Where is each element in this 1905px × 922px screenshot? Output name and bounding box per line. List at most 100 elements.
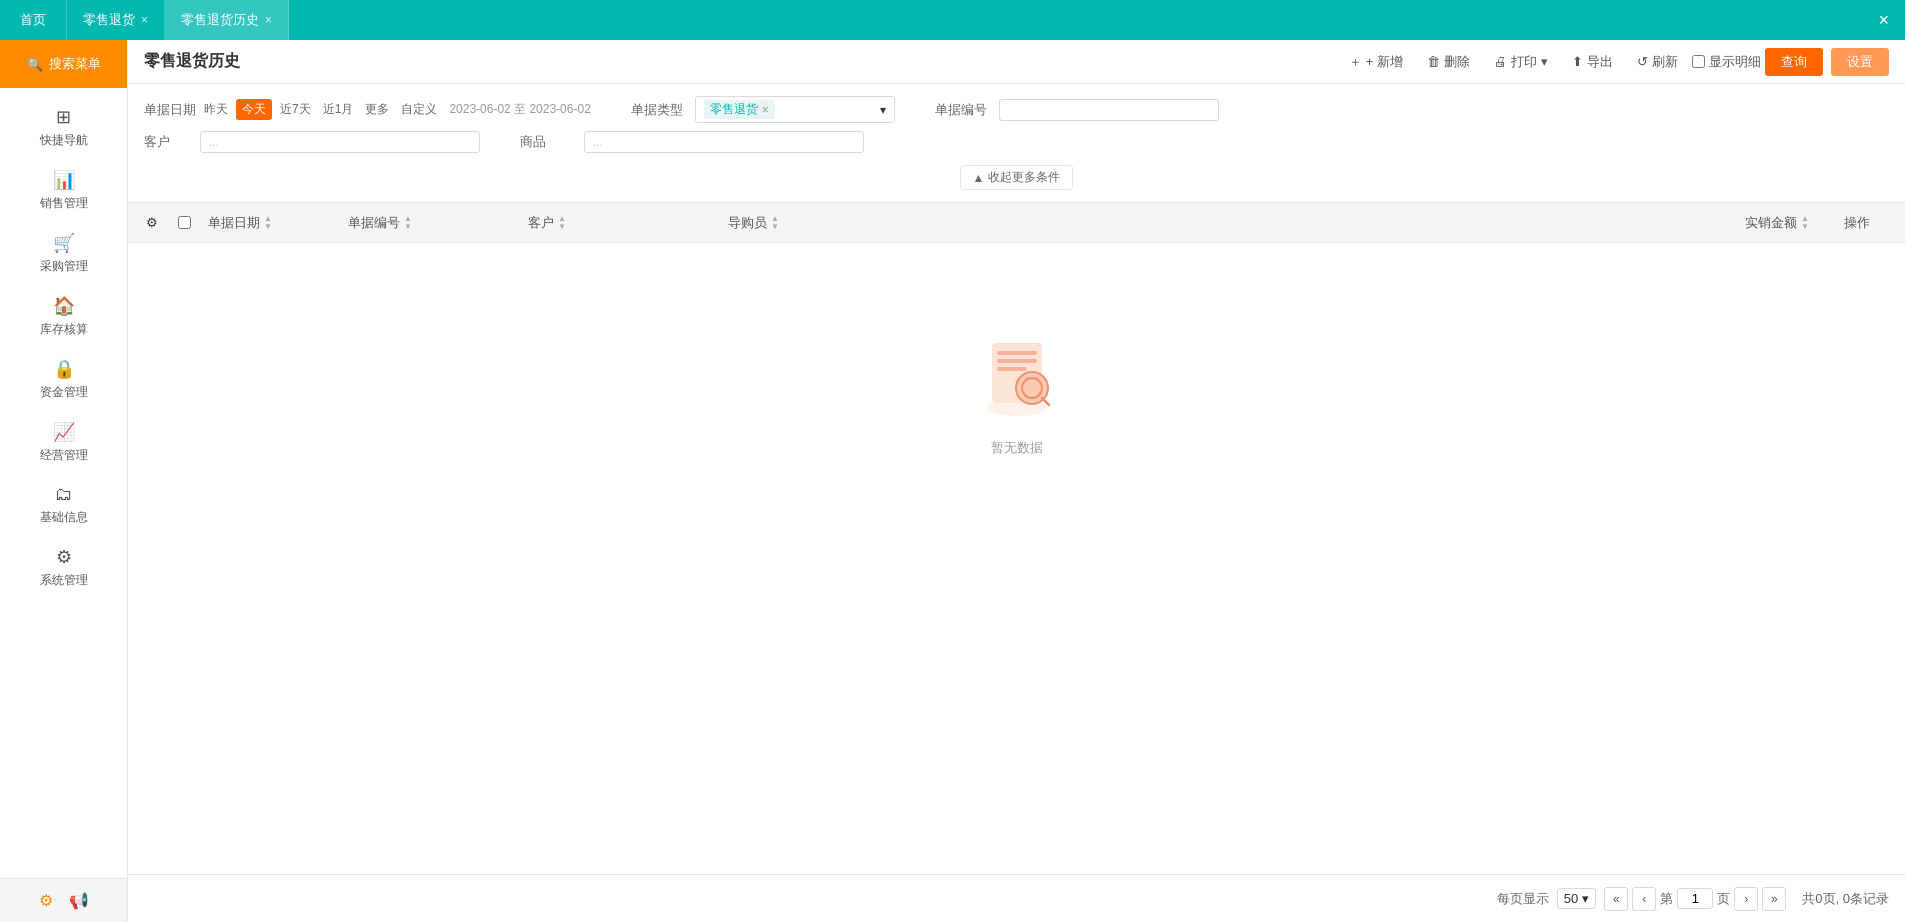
date-sort-arrows[interactable]: ▲▼ <box>264 215 272 231</box>
settings-gear-icon[interactable]: ⚙ <box>39 891 53 910</box>
bill-type-tag: 零售退货 × <box>704 100 775 119</box>
window-close-button[interactable]: × <box>1878 10 1889 31</box>
total-info: 共0页, 0条记录 <box>1802 890 1889 908</box>
set-button[interactable]: 设置 <box>1831 48 1889 76</box>
date-opt-yesterday[interactable]: 昨天 <box>200 99 232 120</box>
add-label: + 新增 <box>1366 53 1403 71</box>
date-opt-today[interactable]: 今天 <box>236 99 272 120</box>
top-bar-right: × <box>1878 10 1905 31</box>
empty-text: 暂无数据 <box>991 439 1043 457</box>
date-opt-custom[interactable]: 自定义 <box>397 99 441 120</box>
bill-type-tag-label: 零售退货 <box>710 101 758 118</box>
collapse-up-icon: ▲ <box>973 171 985 185</box>
table-setting-icon: ⚙ <box>146 215 158 230</box>
bill-no-sort-arrows[interactable]: ▲▼ <box>404 215 412 231</box>
bill-no-input[interactable] <box>999 99 1219 121</box>
bill-type-select[interactable]: 零售退货 × ▾ <box>695 96 895 123</box>
refresh-button[interactable]: ↺ 刷新 <box>1627 49 1688 75</box>
th-ops: 操作 <box>1817 214 1897 232</box>
page-size-dropdown-icon: ▾ <box>1582 891 1589 906</box>
last-page-button[interactable]: » <box>1762 887 1786 911</box>
sidebar-item-label: 销售管理 <box>40 195 88 212</box>
date-opt-week[interactable]: 近7天 <box>276 99 315 120</box>
tab-home[interactable]: 首页 <box>0 0 67 40</box>
sidebar-search[interactable]: 🔍 搜索菜单 <box>0 40 127 88</box>
filter-area: 单据日期 昨天 今天 近7天 近1月 更多 自定义 2023-06-02 至 2… <box>128 84 1905 203</box>
right-actions: ＋ + 新增 🗑 删除 🖨 打印 ▾ ⬆ 导出 ↺ <box>1339 48 1889 76</box>
select-all-checkbox[interactable] <box>178 216 191 229</box>
date-range-display: 2023-06-02 至 2023-06-02 <box>449 101 590 118</box>
system-icon: ⚙ <box>56 546 72 568</box>
purchase-icon: 🛒 <box>53 232 75 254</box>
th-customer[interactable]: 客户 ▲▼ <box>520 214 720 232</box>
export-label: 导出 <box>1587 53 1613 71</box>
prev-page-button[interactable]: ‹ <box>1632 887 1656 911</box>
sales-icon: 📊 <box>53 169 75 191</box>
tab-return[interactable]: 零售退货 × <box>67 0 165 40</box>
sidebar-item-purchase[interactable]: 🛒 采购管理 <box>0 222 127 285</box>
th-date[interactable]: 单据日期 ▲▼ <box>200 214 340 232</box>
date-opt-month[interactable]: 近1月 <box>319 99 358 120</box>
sidebar-item-label: 资金管理 <box>40 384 88 401</box>
first-page-button[interactable]: « <box>1604 887 1628 911</box>
sidebar-item-sales[interactable]: 📊 销售管理 <box>0 159 127 222</box>
export-icon: ⬆ <box>1572 54 1583 69</box>
th-setting[interactable]: ⚙ <box>136 215 168 230</box>
customer-sort-arrows[interactable]: ▲▼ <box>558 215 566 231</box>
collapse-label: 收起更多条件 <box>988 169 1060 186</box>
return-tab-close[interactable]: × <box>141 13 148 27</box>
show-detail-checkbox[interactable] <box>1692 55 1705 68</box>
print-button[interactable]: 🖨 打印 ▾ <box>1484 49 1558 75</box>
volume-icon[interactable]: 📢 <box>69 891 89 910</box>
page-number-input[interactable] <box>1677 888 1713 909</box>
guide-sort-arrows[interactable]: ▲▼ <box>771 215 779 231</box>
goods-input[interactable]: ... <box>584 131 864 153</box>
sidebar-item-operation[interactable]: 📈 经营管理 <box>0 411 127 474</box>
svg-line-7 <box>1042 398 1049 405</box>
bill-type-tag-remove[interactable]: × <box>762 103 769 117</box>
page-size-select[interactable]: 50 ▾ <box>1557 888 1596 909</box>
search-icon: 🔍 <box>27 57 43 72</box>
customer-label: 客户 <box>144 133 200 151</box>
sidebar-item-finance[interactable]: 🔒 资金管理 <box>0 348 127 411</box>
th-bill-no[interactable]: 单据编号 ▲▼ <box>340 214 520 232</box>
operation-icon: 📈 <box>53 421 75 443</box>
bill-no-label: 单据编号 <box>935 101 991 119</box>
bill-type-dropdown-icon: ▾ <box>880 103 886 117</box>
sidebar-item-inventory[interactable]: 🏠 库存核算 <box>0 285 127 348</box>
sidebar: 🔍 搜索菜单 ⊞ 快捷导航 📊 销售管理 🛒 采购管理 🏠 库存核算 🔒 <box>0 40 128 922</box>
page-unit-label: 页 <box>1717 890 1730 908</box>
page-size-value: 50 <box>1564 891 1578 906</box>
content-area: 零售退货历史 ＋ + 新增 🗑 删除 🖨 打印 ▾ ⬆ 导出 <box>128 40 1905 922</box>
empty-state: 暂无数据 <box>128 243 1905 537</box>
goods-placeholder: ... <box>593 135 603 149</box>
sidebar-search-label: 搜索菜单 <box>49 55 101 73</box>
customer-input[interactable]: ... <box>200 131 480 153</box>
show-detail-label: 显示明细 <box>1709 53 1761 71</box>
export-button[interactable]: ⬆ 导出 <box>1562 49 1623 75</box>
empty-state-icon <box>967 323 1067 423</box>
show-detail-checkbox-container: 显示明细 <box>1692 53 1761 71</box>
tab-list: 首页 零售退货 × 零售退货历史 × <box>0 0 1878 40</box>
sidebar-item-basic-info[interactable]: 🗂 基础信息 <box>0 474 127 536</box>
sidebar-item-system[interactable]: ⚙ 系统管理 <box>0 536 127 599</box>
query-button[interactable]: 查询 <box>1765 48 1823 76</box>
page-title: 零售退货历史 <box>144 51 240 72</box>
th-amount[interactable]: 实销金额 ▲▼ <box>860 214 1817 232</box>
amount-sort-arrows[interactable]: ▲▼ <box>1801 215 1809 231</box>
date-opt-more[interactable]: 更多 <box>361 99 393 120</box>
th-checkbox[interactable] <box>168 216 200 229</box>
table-container: ⚙ 单据日期 ▲▼ 单据编号 ▲▼ 客 <box>128 203 1905 874</box>
print-dropdown-icon: ▾ <box>1541 54 1548 69</box>
delete-button[interactable]: 🗑 删除 <box>1417 49 1480 75</box>
pagination: 每页显示 50 ▾ « ‹ 第 页 › » 共0页, 0条记录 <box>128 874 1905 922</box>
tab-return-history[interactable]: 零售退货历史 × <box>165 0 289 40</box>
return-history-tab-close[interactable]: × <box>265 13 272 27</box>
collapse-button[interactable]: ▲ 收起更多条件 <box>960 165 1074 190</box>
next-page-button[interactable]: › <box>1734 887 1758 911</box>
th-guide[interactable]: 导购员 ▲▼ <box>720 214 860 232</box>
filter-row-1: 单据日期 昨天 今天 近7天 近1月 更多 自定义 2023-06-02 至 2… <box>144 96 1889 123</box>
add-button[interactable]: ＋ + 新增 <box>1339 49 1413 75</box>
sidebar-item-quick-nav[interactable]: ⊞ 快捷导航 <box>0 96 127 159</box>
finance-icon: 🔒 <box>53 358 75 380</box>
